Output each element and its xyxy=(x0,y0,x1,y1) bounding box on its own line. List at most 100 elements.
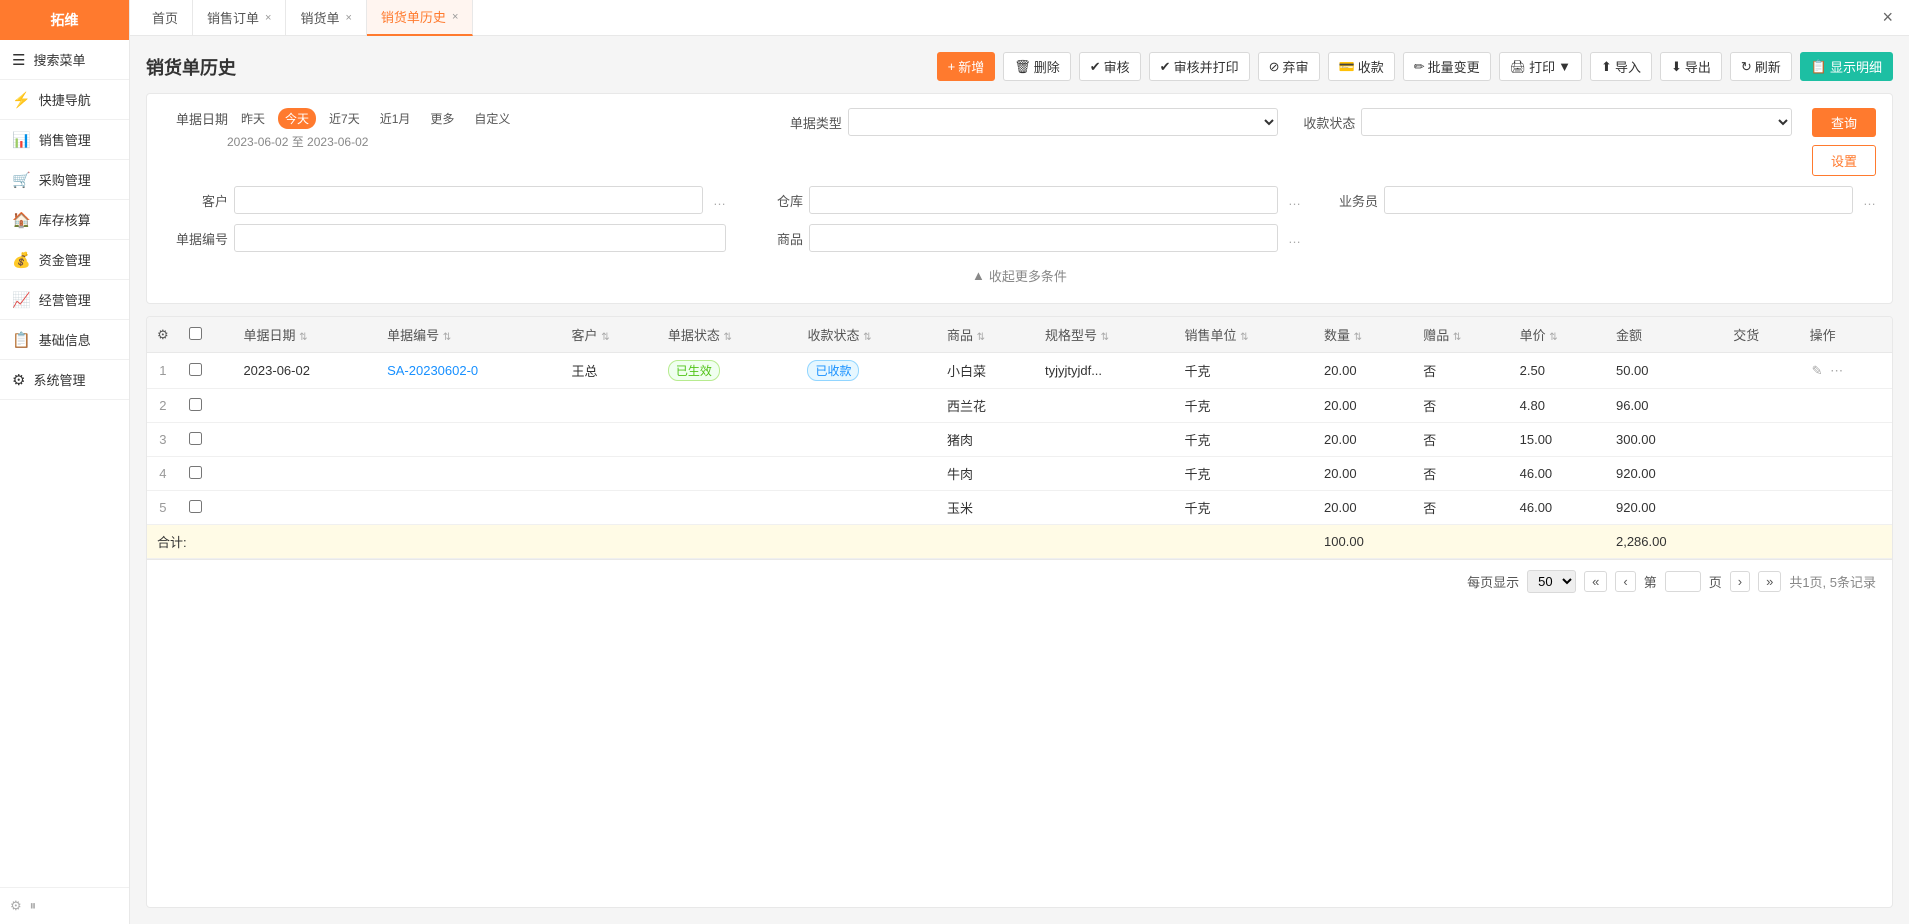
row-1-more-icon[interactable]: ⋯ xyxy=(1830,363,1843,378)
sidebar-settings-icon[interactable]: ⚙ xyxy=(10,898,22,914)
row-1-check[interactable] xyxy=(189,363,202,376)
sort-doc-no[interactable]: ⇅ xyxy=(443,332,451,343)
show-detail-button[interactable]: 📋 显示明细 xyxy=(1800,52,1893,81)
row-5-spec xyxy=(1035,491,1175,525)
customer-dots[interactable]: … xyxy=(713,193,726,208)
per-page-select[interactable]: 50 xyxy=(1527,570,1576,593)
sort-doc-date[interactable]: ⇅ xyxy=(299,332,307,343)
goods-input[interactable] xyxy=(809,224,1278,252)
sidebar-item-quick-nav[interactable]: ⚡ 快捷导航 xyxy=(0,80,129,120)
tab-sales-order[interactable]: 销售订单 × xyxy=(193,0,286,36)
select-all-checkbox[interactable] xyxy=(189,327,202,340)
row-3-qty: 20.00 xyxy=(1314,423,1413,457)
sort-doc-status[interactable]: ⇅ xyxy=(724,332,732,343)
refresh-button[interactable]: ↻ 刷新 xyxy=(1730,52,1792,81)
col-settings[interactable]: ⚙ xyxy=(147,317,179,353)
sort-goods[interactable]: ⇅ xyxy=(977,332,985,343)
page-prev-button[interactable]: ‹ xyxy=(1615,571,1635,592)
tab-sales-order-close[interactable]: × xyxy=(265,12,271,24)
doc-type-select[interactable] xyxy=(848,108,1279,136)
data-table: ⚙ 单据日期 ⇅ 单据编号 ⇅ 客户 xyxy=(147,317,1892,559)
sidebar-item-sales-mgmt[interactable]: 📊 销售管理 xyxy=(0,120,129,160)
set-button[interactable]: 设置 xyxy=(1812,145,1876,176)
sidebar-item-operations[interactable]: 📈 经营管理 xyxy=(0,280,129,320)
sidebar-item-label: 系统管理 xyxy=(33,370,85,389)
collapse-button[interactable]: ▲ 收起更多条件 xyxy=(163,262,1876,289)
row-5-doc-date xyxy=(233,491,377,525)
row-1-action: ✎ ⋯ xyxy=(1800,353,1892,389)
date-tag-more[interactable]: 更多 xyxy=(423,108,461,129)
print-button[interactable]: 🖨 打印 ▼ xyxy=(1499,52,1582,81)
sidebar-item-search-menu[interactable]: ☰ 搜索菜单 xyxy=(0,40,129,80)
row-3-check[interactable] xyxy=(189,432,202,445)
customer-input[interactable] xyxy=(234,186,703,214)
col-doc-status: 单据状态 ⇅ xyxy=(658,317,798,353)
date-tag-today[interactable]: 今天 xyxy=(278,108,316,129)
query-button[interactable]: 查询 xyxy=(1812,108,1876,137)
sidebar-item-inventory[interactable]: 🏠 库存核算 xyxy=(0,200,129,240)
abandon-button[interactable]: ⊘ 弃审 xyxy=(1258,52,1320,81)
row-3-num: 3 xyxy=(147,423,179,457)
sort-payment-status[interactable]: ⇅ xyxy=(863,332,871,343)
goods-dots[interactable]: … xyxy=(1288,231,1301,246)
page-first-button[interactable]: « xyxy=(1584,571,1607,592)
row-4-unit-price: 46.00 xyxy=(1510,457,1606,491)
sidebar-footer: ⚙ ⏸ xyxy=(0,887,129,924)
row-3-amount: 300.00 xyxy=(1606,423,1723,457)
collect-button[interactable]: 💳 收款 xyxy=(1328,52,1395,81)
row-4-check[interactable] xyxy=(189,466,202,479)
sort-unit[interactable]: ⇅ xyxy=(1240,332,1248,343)
payment-status-select[interactable] xyxy=(1361,108,1792,136)
table-scroll[interactable]: ⚙ 单据日期 ⇅ 单据编号 ⇅ 客户 xyxy=(147,317,1892,559)
sort-unit-price[interactable]: ⇅ xyxy=(1549,332,1557,343)
row-5-payment-status xyxy=(797,491,937,525)
sort-spec[interactable]: ⇅ xyxy=(1101,332,1109,343)
sort-customer[interactable]: ⇅ xyxy=(601,332,609,343)
page-next-button[interactable]: › xyxy=(1730,571,1750,592)
page-last-button[interactable]: » xyxy=(1758,571,1781,592)
export-button[interactable]: ⬇ 导出 xyxy=(1660,52,1722,81)
tab-home[interactable]: 首页 xyxy=(138,0,193,36)
tab-sales-shipment[interactable]: 销货单 × xyxy=(286,0,366,36)
row-5-check[interactable] xyxy=(189,500,202,513)
batch-change-button[interactable]: ✏ 批量变更 xyxy=(1403,52,1491,81)
page-number-input[interactable]: 1 xyxy=(1665,571,1701,592)
sidebar-item-purchase-mgmt[interactable]: 🛒 采购管理 xyxy=(0,160,129,200)
audit-button[interactable]: ✔ 审核 xyxy=(1079,52,1141,81)
sidebar: 拓维 ☰ 搜索菜单 ⚡ 快捷导航 📊 销售管理 🛒 采购管理 🏠 库存核算 💰 … xyxy=(0,0,130,924)
tab-bar-close[interactable]: × xyxy=(1882,7,1901,28)
row-2-spec xyxy=(1035,389,1175,423)
sidebar-item-sys-mgmt[interactable]: ⚙ 系统管理 xyxy=(0,360,129,400)
date-tag-yesterday[interactable]: 昨天 xyxy=(234,108,272,129)
tab-sales-history[interactable]: 销货单历史 × xyxy=(367,0,473,36)
doc-no-input[interactable] xyxy=(234,224,726,252)
sidebar-collapse-icon[interactable]: ⏸ xyxy=(30,898,37,914)
date-tag-7days[interactable]: 近7天 xyxy=(322,108,367,129)
staff-input[interactable] xyxy=(1384,186,1853,214)
search-menu-icon: ☰ xyxy=(12,51,25,69)
row-2-amount: 96.00 xyxy=(1606,389,1723,423)
staff-dots[interactable]: … xyxy=(1863,193,1876,208)
row-5-num: 5 xyxy=(147,491,179,525)
row-5-unit-price: 46.00 xyxy=(1510,491,1606,525)
warehouse-dots[interactable]: … xyxy=(1288,193,1301,208)
date-tag-custom[interactable]: 自定义 xyxy=(467,108,517,129)
row-1-edit-icon[interactable]: ✎ xyxy=(1812,363,1823,378)
sidebar-item-finance[interactable]: 💰 资金管理 xyxy=(0,240,129,280)
collect-icon: 💳 xyxy=(1339,59,1355,75)
sort-gift[interactable]: ⇅ xyxy=(1453,332,1461,343)
sort-qty[interactable]: ⇅ xyxy=(1354,332,1362,343)
import-button[interactable]: ⬆ 导入 xyxy=(1590,52,1652,81)
tab-sales-history-close[interactable]: × xyxy=(452,11,458,23)
tab-sales-shipment-close[interactable]: × xyxy=(345,12,351,24)
row-3-doc-date xyxy=(233,423,377,457)
row-2-check[interactable] xyxy=(189,398,202,411)
delete-button[interactable]: 🗑 删除 xyxy=(1003,52,1071,81)
sidebar-item-basic-info[interactable]: 📋 基础信息 xyxy=(0,320,129,360)
new-button[interactable]: + 新增 xyxy=(937,52,996,81)
col-doc-no: 单据编号 ⇅ xyxy=(377,317,561,353)
audit-print-button[interactable]: ✔ 审核并打印 xyxy=(1149,52,1250,81)
warehouse-input[interactable] xyxy=(809,186,1278,214)
row-1-doc-link[interactable]: SA-20230602-0 xyxy=(387,363,478,378)
date-tag-1month[interactable]: 近1月 xyxy=(373,108,418,129)
